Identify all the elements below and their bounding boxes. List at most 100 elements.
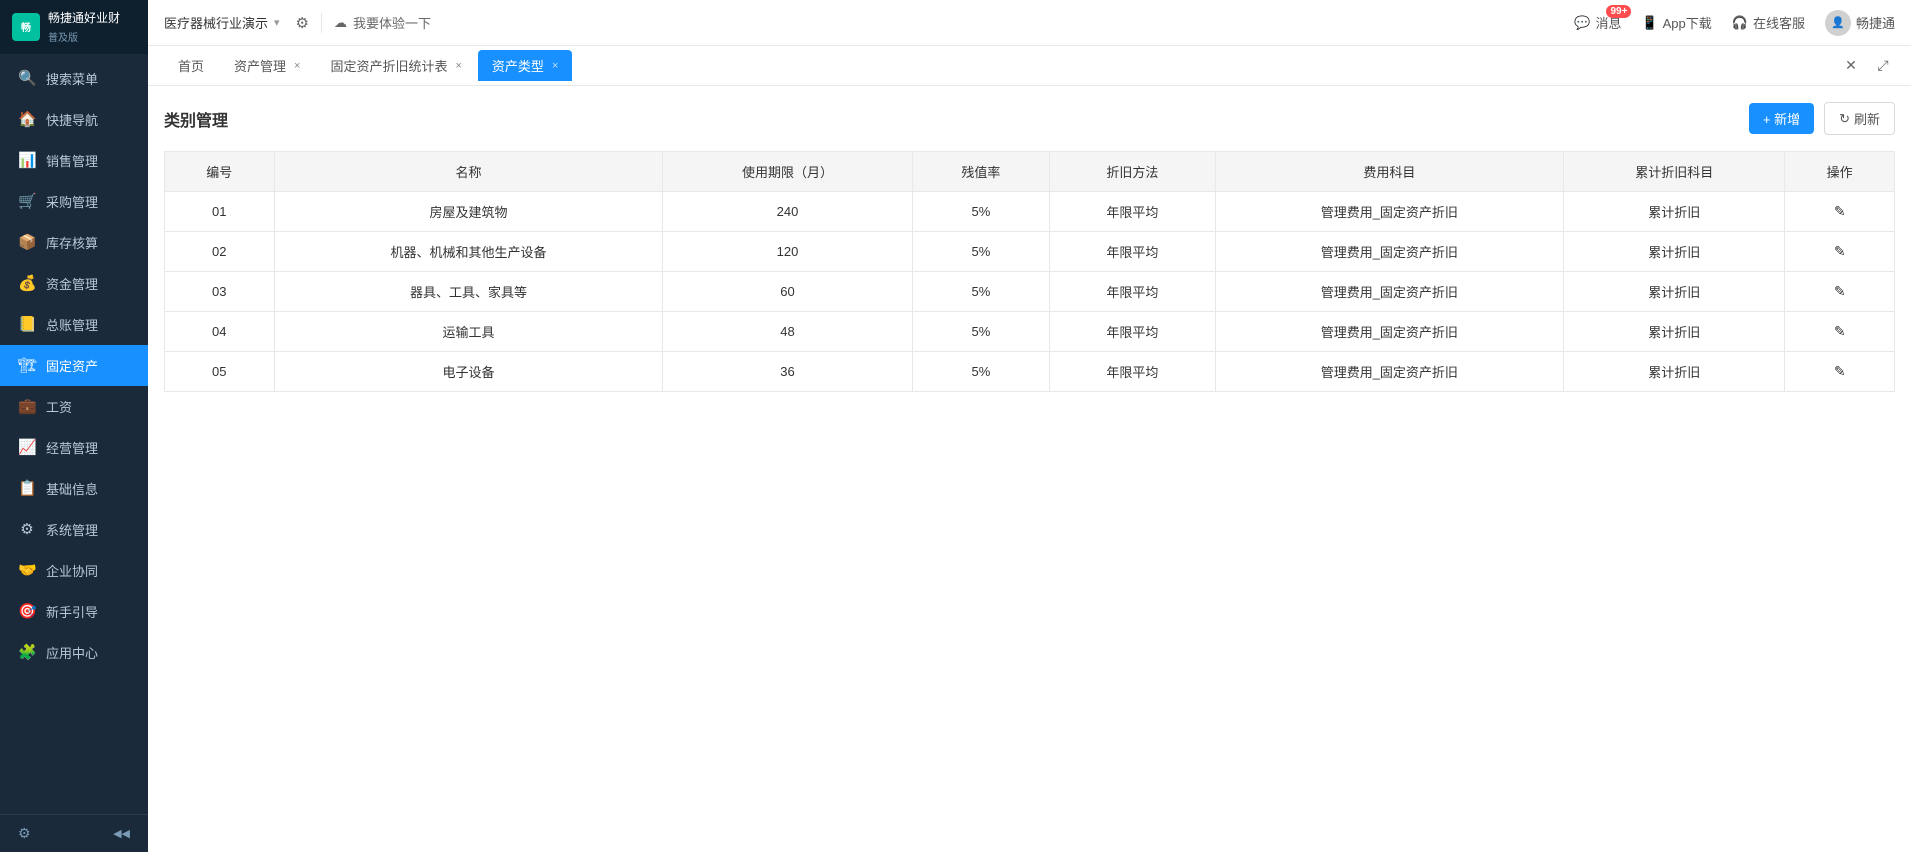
cell-method: 年限平均 — [1050, 312, 1215, 352]
demo-selector[interactable]: 医疗器械行业演示 ▾ — [164, 13, 280, 32]
messages-button[interactable]: 💬 消息 99 — [1574, 13, 1621, 32]
sidebar-item-guide[interactable]: 🎯 新手引导 — [0, 591, 148, 632]
sidebar-item-label-payroll: 工资 — [46, 397, 72, 416]
sidebar-item-funds[interactable]: 💰 资金管理 — [0, 263, 148, 304]
cell-code: 05 — [165, 352, 275, 392]
tab-asset-type-close[interactable]: × — [552, 60, 558, 72]
app-download-label: App下载 — [1663, 13, 1712, 32]
table-header: 编号名称使用期限（月）残值率折旧方法费用科目累计折旧科目操作 — [165, 152, 1895, 192]
sidebar-item-icon-system: ⚙ — [18, 520, 36, 538]
tabbar: 首页 资产管理 × 固定资产折旧统计表 × 资产类型 × ✕ ⤢ — [148, 46, 1911, 86]
app-download-icon: 📱 — [1641, 15, 1657, 31]
content-area: 类别管理 + 新增 ↻ 刷新 编号名称使用期限（月）残值率折旧方法费用科目累计折… — [148, 86, 1911, 852]
sidebar-item-icon-purchase: 🛒 — [18, 192, 36, 210]
table-body: 01房屋及建筑物2405%年限平均管理费用_固定资产折旧累计折旧✎02机器、机械… — [165, 192, 1895, 392]
table-col-编号: 编号 — [165, 152, 275, 192]
cell-edit[interactable]: ✎ — [1785, 312, 1895, 352]
tab-asset-management[interactable]: 资产管理 × — [220, 50, 314, 81]
tab-home[interactable]: 首页 — [164, 50, 218, 81]
sidebar-item-icon-guide: 🎯 — [18, 602, 36, 620]
messages-badge: 99 — [1606, 5, 1631, 18]
table-row: 05电子设备365%年限平均管理费用_固定资产折旧累计折旧✎ — [165, 352, 1895, 392]
cell-name: 机器、机械和其他生产设备 — [274, 232, 663, 272]
table-col-使用期限（月）: 使用期限（月） — [663, 152, 912, 192]
tab-depreciation[interactable]: 固定资产折旧统计表 × — [316, 50, 475, 81]
cell-code: 03 — [165, 272, 275, 312]
cell-expense: 管理费用_固定资产折旧 — [1215, 352, 1564, 392]
sidebar-item-label-funds: 资金管理 — [46, 274, 98, 293]
collapse-icon[interactable]: ◀◀ — [113, 827, 130, 840]
sidebar-item-icon-fixed_assets: 🏗 — [18, 356, 36, 374]
cell-edit[interactable]: ✎ — [1785, 352, 1895, 392]
cell-expense: 管理费用_固定资产折旧 — [1215, 312, 1564, 352]
sidebar-footer: ⚙ ◀◀ — [0, 814, 148, 852]
user-avatar: 👤 — [1825, 10, 1851, 36]
tab-close-all-button[interactable]: ✕ — [1839, 54, 1863, 78]
page-title: 类别管理 — [164, 107, 228, 131]
cell-residual: 5% — [912, 272, 1050, 312]
user-label: 畅捷通 — [1856, 13, 1895, 32]
sidebar-item-system[interactable]: ⚙ 系统管理 — [0, 509, 148, 550]
sidebar-item-label-system: 系统管理 — [46, 520, 98, 539]
cell-period: 240 — [663, 192, 912, 232]
cell-method: 年限平均 — [1050, 232, 1215, 272]
customer-service-button[interactable]: 🎧 在线客服 — [1732, 13, 1805, 32]
cell-code: 04 — [165, 312, 275, 352]
sidebar-item-sales[interactable]: 📊 销售管理 — [0, 140, 148, 181]
sidebar-item-label-guide: 新手引导 — [46, 602, 98, 621]
sidebar-item-icon-funds: 💰 — [18, 274, 36, 292]
tab-depreciation-close[interactable]: × — [455, 60, 461, 72]
tab-asset-management-close[interactable]: × — [294, 60, 300, 72]
cell-code: 01 — [165, 192, 275, 232]
sidebar-item-label-search: 搜索菜单 — [46, 69, 98, 88]
demo-selector-chevron: ▾ — [274, 16, 280, 29]
sidebar-item-purchase[interactable]: 🛒 采购管理 — [0, 181, 148, 222]
cell-period: 36 — [663, 352, 912, 392]
topbar-settings-icon[interactable]: ⚙ — [296, 14, 309, 32]
table-col-残值率: 残值率 — [912, 152, 1050, 192]
cell-method: 年限平均 — [1050, 272, 1215, 312]
sidebar-item-basic_info[interactable]: 📋 基础信息 — [0, 468, 148, 509]
topbar-divider — [321, 13, 322, 33]
cell-residual: 5% — [912, 232, 1050, 272]
table-col-累计折旧科目: 累计折旧科目 — [1564, 152, 1785, 192]
sidebar-item-fixed_assets[interactable]: 🏗 固定资产 — [0, 345, 148, 386]
tab-asset-type[interactable]: 资产类型 × — [478, 50, 572, 81]
main-area: 医疗器械行业演示 ▾ ⚙ ☁ 我要体验一下 💬 消息 99 📱 App下载 🎧 … — [148, 0, 1911, 852]
app-name: 畅捷通好业财 — [48, 10, 120, 27]
sidebar-item-icon-payroll: 💼 — [18, 397, 36, 415]
sidebar-item-operations[interactable]: 📈 经营管理 — [0, 427, 148, 468]
topbar-right: 💬 消息 99 📱 App下载 🎧 在线客服 👤 畅捷通 — [1574, 10, 1895, 36]
cell-accumulated: 累计折旧 — [1564, 192, 1785, 232]
cell-edit[interactable]: ✎ — [1785, 232, 1895, 272]
tab-expand-button[interactable]: ⤢ — [1871, 54, 1895, 78]
sidebar-item-payroll[interactable]: 💼 工资 — [0, 386, 148, 427]
cell-accumulated: 累计折旧 — [1564, 232, 1785, 272]
new-button[interactable]: + 新增 — [1749, 103, 1814, 134]
sidebar-item-quick_nav[interactable]: 🏠 快捷导航 — [0, 99, 148, 140]
tabbar-actions: ✕ ⤢ — [1839, 54, 1895, 78]
app-edition: 普及版 — [48, 29, 120, 44]
settings-icon[interactable]: ⚙ — [18, 825, 31, 842]
sidebar-item-app_center[interactable]: 🧩 应用中心 — [0, 632, 148, 673]
cell-name: 电子设备 — [274, 352, 663, 392]
sidebar-item-label-operations: 经营管理 — [46, 438, 98, 457]
topbar: 医疗器械行业演示 ▾ ⚙ ☁ 我要体验一下 💬 消息 99 📱 App下载 🎧 … — [148, 0, 1911, 46]
cell-name: 器具、工具、家具等 — [274, 272, 663, 312]
sidebar-item-enterprise[interactable]: 🤝 企业协同 — [0, 550, 148, 591]
sidebar-item-general_ledger[interactable]: 📒 总账管理 — [0, 304, 148, 345]
app-download-button[interactable]: 📱 App下载 — [1641, 13, 1711, 32]
refresh-button[interactable]: ↻ 刷新 — [1824, 102, 1895, 135]
sidebar-item-inventory[interactable]: 📦 库存核算 — [0, 222, 148, 263]
experience-button[interactable]: ☁ 我要体验一下 — [334, 13, 431, 32]
cell-edit[interactable]: ✎ — [1785, 192, 1895, 232]
cell-edit[interactable]: ✎ — [1785, 272, 1895, 312]
sidebar-item-search[interactable]: 🔍 搜索菜单 — [0, 58, 148, 99]
tab-asset-type-label: 资产类型 — [492, 56, 544, 75]
cell-expense: 管理费用_固定资产折旧 — [1215, 272, 1564, 312]
sidebar-item-label-enterprise: 企业协同 — [46, 561, 98, 580]
sidebar-item-icon-search: 🔍 — [18, 69, 36, 87]
user-button[interactable]: 👤 畅捷通 — [1825, 10, 1895, 36]
cell-name: 房屋及建筑物 — [274, 192, 663, 232]
sidebar-item-label-purchase: 采购管理 — [46, 192, 98, 211]
